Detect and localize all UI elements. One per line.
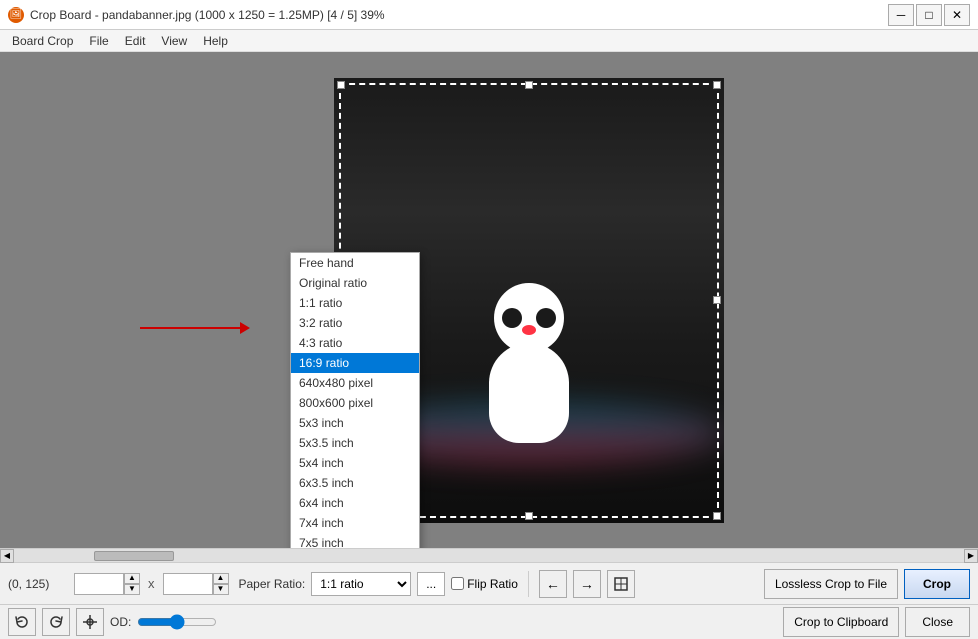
menu-item-file[interactable]: File xyxy=(81,32,116,50)
arrow-right-btn[interactable]: → xyxy=(573,570,601,598)
menu-bar: Board Crop File Edit View Help xyxy=(0,30,978,52)
scroll-left-arrow[interactable]: ◀ xyxy=(0,549,14,563)
ratio-dropdown-menu: Free hand Original ratio 1:1 ratio 3:2 r… xyxy=(290,252,420,548)
ratio-option-7x4inch[interactable]: 7x4 inch xyxy=(291,513,419,533)
ratio-option-5x4inch[interactable]: 5x4 inch xyxy=(291,453,419,473)
scrollbar-thumb[interactable] xyxy=(94,551,174,561)
arrow-line xyxy=(140,327,240,329)
width-up-btn[interactable]: ▲ xyxy=(124,573,140,584)
close-button[interactable]: Close xyxy=(905,607,970,637)
flip-ratio-label: Flip Ratio xyxy=(467,577,518,591)
rotate-left-button[interactable] xyxy=(8,608,36,636)
panda-eye-left xyxy=(502,308,522,328)
more-options-button[interactable]: ... xyxy=(417,572,445,596)
panda-nose xyxy=(522,325,536,335)
ratio-option-1-1[interactable]: 1:1 ratio xyxy=(291,293,419,313)
paper-ratio-select[interactable]: 1:1 ratio Free hand Original ratio 3:2 r… xyxy=(311,572,411,596)
menu-item-help[interactable]: Help xyxy=(195,32,236,50)
minimize-button[interactable]: ─ xyxy=(888,4,914,26)
ratio-option-6x4inch[interactable]: 6x4 inch xyxy=(291,493,419,513)
height-down-btn[interactable]: ▼ xyxy=(213,584,229,595)
crop-frame-btn[interactable] xyxy=(607,570,635,598)
ratio-option-freehand[interactable]: Free hand xyxy=(291,253,419,273)
center-crop-button[interactable] xyxy=(76,608,104,636)
close-window-button[interactable]: ✕ xyxy=(944,4,970,26)
panda-scene xyxy=(449,263,609,443)
coordinate-display: (0, 125) xyxy=(8,577,68,591)
paper-ratio-label: Paper Ratio: xyxy=(239,577,306,591)
width-spinbox: 1000 ▲ ▼ xyxy=(74,573,140,595)
flip-ratio-checkbox[interactable] xyxy=(451,577,464,590)
height-spinbox: 1000 ▲ ▼ xyxy=(163,573,229,595)
ratio-option-16-9[interactable]: 16:9 ratio xyxy=(291,353,419,373)
crop-to-clipboard-button[interactable]: Crop to Clipboard xyxy=(783,607,899,637)
scrollbar-horizontal[interactable]: ◀ ▶ xyxy=(0,548,978,562)
ratio-option-7x5inch[interactable]: 7x5 inch xyxy=(291,533,419,548)
arrow-left-btn[interactable]: ← xyxy=(539,570,567,598)
panda-body xyxy=(489,343,569,443)
height-up-btn[interactable]: ▲ xyxy=(213,573,229,584)
ratio-option-3-2[interactable]: 3:2 ratio xyxy=(291,313,419,333)
ratio-option-640x480[interactable]: 640x480 pixel xyxy=(291,373,419,393)
scroll-right-arrow[interactable]: ▶ xyxy=(964,549,978,563)
main-canvas-area: Free hand Original ratio 1:1 ratio 3:2 r… xyxy=(0,52,978,548)
dimension-separator: x xyxy=(148,576,155,591)
title-bar: 🖼 Crop Board - pandabanner.jpg (1000 x 1… xyxy=(0,0,978,30)
app-icon: 🖼 xyxy=(8,7,24,23)
ratio-option-4-3[interactable]: 4:3 ratio xyxy=(291,333,419,353)
od-label: OD: xyxy=(110,615,131,629)
od-slider-container xyxy=(137,614,217,630)
ratio-option-original[interactable]: Original ratio xyxy=(291,273,419,293)
menu-item-view[interactable]: View xyxy=(153,32,195,50)
ratio-option-800x600[interactable]: 800x600 pixel xyxy=(291,393,419,413)
second-toolbar: OD: Crop to Clipboard Close xyxy=(0,604,978,639)
width-input[interactable]: 1000 xyxy=(74,573,124,595)
menu-item-edit[interactable]: Edit xyxy=(117,32,154,50)
flip-ratio-checkbox-area: Flip Ratio xyxy=(451,577,518,591)
bottom-toolbar: (0, 125) 1000 ▲ ▼ x 1000 ▲ ▼ Paper Ratio… xyxy=(0,562,978,604)
window-controls: ─ □ ✕ xyxy=(888,4,970,26)
ratio-option-5x35inch[interactable]: 5x3.5 inch xyxy=(291,433,419,453)
toolbar-separator-1 xyxy=(528,571,529,597)
arrow-indicator xyxy=(140,322,250,334)
menu-item-boardcrop[interactable]: Board Crop xyxy=(4,32,81,50)
ratio-option-6x35inch[interactable]: 6x3.5 inch xyxy=(291,473,419,493)
crop-button[interactable]: Crop xyxy=(904,569,970,599)
ratio-option-5x3inch[interactable]: 5x3 inch xyxy=(291,413,419,433)
height-input[interactable]: 1000 xyxy=(163,573,213,595)
panda-eye-right xyxy=(536,308,556,328)
rotate-right-button[interactable] xyxy=(42,608,70,636)
title-text: Crop Board - pandabanner.jpg (1000 x 125… xyxy=(30,8,385,22)
canvas-area[interactable]: Free hand Original ratio 1:1 ratio 3:2 r… xyxy=(0,52,978,548)
od-slider[interactable] xyxy=(137,614,217,630)
arrow-head xyxy=(240,322,250,334)
maximize-button[interactable]: □ xyxy=(916,4,942,26)
lossless-crop-button[interactable]: Lossless Crop to File xyxy=(764,569,898,599)
width-down-btn[interactable]: ▼ xyxy=(124,584,140,595)
